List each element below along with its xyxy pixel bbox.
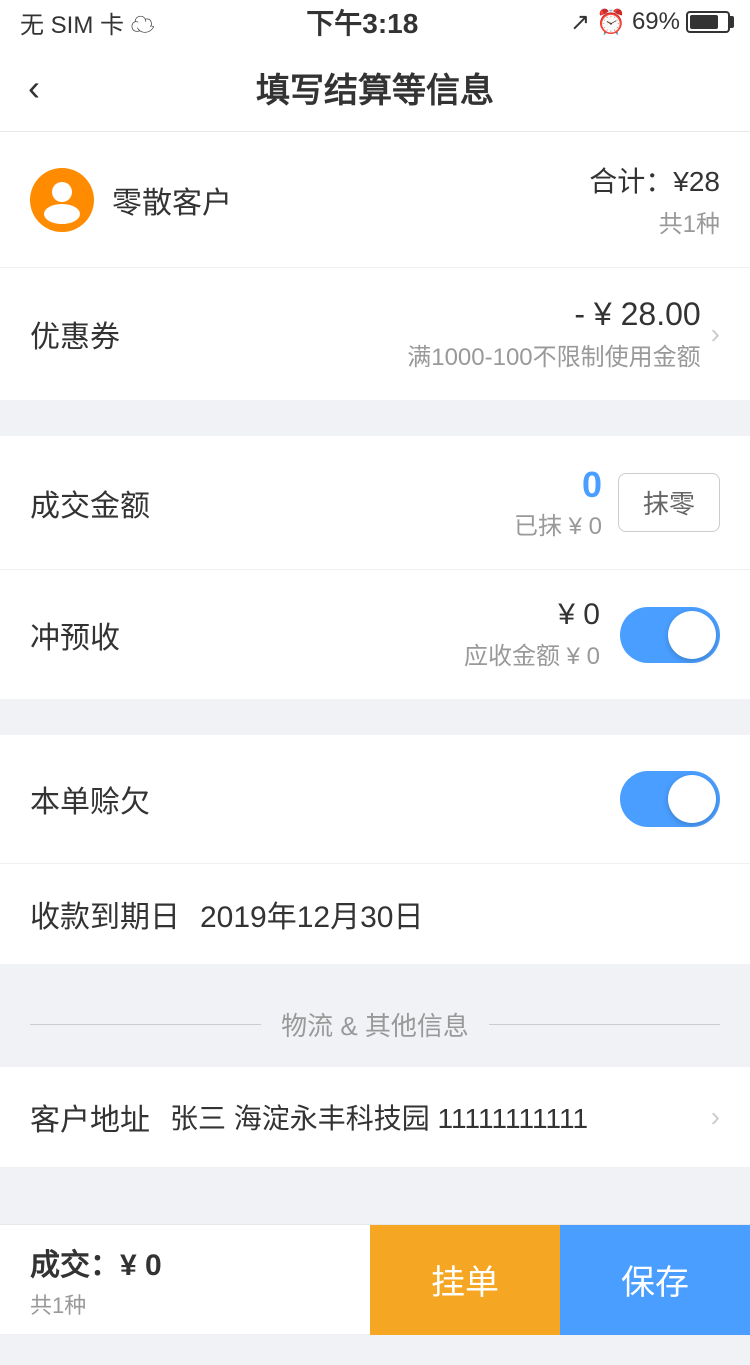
debt-toggle-knob (668, 775, 716, 823)
hang-button[interactable]: 挂单 (370, 1225, 560, 1335)
divider-line-right (489, 1024, 720, 1025)
customer-left: 零散客户 (30, 168, 232, 232)
content: 零散客户 合计：¥28 共1种 优惠券 - ¥ 28.00 满1000-100不… (0, 132, 750, 1365)
coupon-label: 优惠券 (30, 312, 120, 356)
prepayment-toggle[interactable] (620, 607, 720, 663)
transaction-amount-block: 0 已抹 ¥ 0 (514, 464, 602, 541)
customer-section: 零散客户 合计：¥28 共1种 优惠券 - ¥ 28.00 满1000-100不… (0, 132, 750, 400)
save-button[interactable]: 保存 (560, 1225, 750, 1335)
sim-status: 无 SIM 卡 ☁ (20, 5, 155, 40)
toggle-knob (668, 611, 716, 659)
transaction-right: 0 已抹 ¥ 0 抹零 (514, 464, 720, 541)
customer-row: 零散客户 合计：¥28 共1种 (0, 132, 750, 267)
separator-2 (0, 717, 750, 735)
status-right: ↗ ⏰ 69% (570, 8, 730, 37)
coupon-chevron-icon: › (711, 318, 720, 350)
customer-name: 零散客户 (112, 178, 232, 222)
address-value: 张三 海淀永丰科技园 11111111111 (170, 1097, 711, 1137)
prepayment-row: 冲预收 ¥ 0 应收金额 ¥ 0 (0, 570, 750, 699)
page-title: 填写结算等信息 (256, 63, 494, 112)
due-date-row: 收款到期日 2019年12月30日 (0, 863, 750, 964)
bottom-deal-amount: 成交：¥ 0 (30, 1240, 340, 1284)
bottom-deal-value: ¥ 0 (120, 1249, 162, 1282)
bottom-bar: 成交：¥ 0 共1种 挂单 保存 (0, 1224, 750, 1334)
prepayment-amounts: ¥ 0 应收金额 ¥ 0 (464, 598, 600, 671)
total-amount: 合计：¥28 (589, 160, 720, 200)
back-button[interactable]: ‹ (28, 67, 40, 109)
debt-section: 本单赊欠 收款到期日 2019年12月30日 (0, 735, 750, 964)
debt-label: 本单赊欠 (30, 777, 150, 821)
transaction-section: 成交金额 0 已抹 ¥ 0 抹零 冲预收 ¥ 0 应收金额 ¥ 0 (0, 436, 750, 699)
logistics-section-title: 物流 & 其他信息 (281, 1006, 469, 1043)
transaction-label: 成交金额 (30, 481, 150, 525)
debt-toggle[interactable] (620, 771, 720, 827)
alarm-icon: ⏰ (596, 8, 626, 37)
battery-percent: 69% (632, 8, 680, 36)
prepayment-right: ¥ 0 应收金额 ¥ 0 (464, 598, 720, 671)
logistics-divider: 物流 & 其他信息 (0, 982, 750, 1067)
bottom-deal-label: 成交： (30, 1249, 120, 1282)
coupon-discount: - ¥ 28.00 (407, 296, 700, 333)
customer-avatar (30, 168, 94, 232)
status-time: 下午3:18 (306, 2, 418, 42)
prepayment-label: 冲预收 (30, 613, 120, 657)
coupon-desc: 满1000-100不限制使用金额 (407, 337, 700, 372)
prepayment-amount: ¥ 0 (464, 598, 600, 632)
total-count: 共1种 (589, 204, 720, 239)
transaction-value[interactable]: 0 (514, 464, 602, 506)
customer-right: 合计：¥28 共1种 (589, 160, 720, 239)
transaction-row: 成交金额 0 已抹 ¥ 0 抹零 (0, 436, 750, 570)
prepayment-sub: 应收金额 ¥ 0 (464, 636, 600, 671)
separator-1 (0, 418, 750, 436)
avatar-icon (38, 176, 86, 224)
status-bar: 无 SIM 卡 ☁ 下午3:18 ↗ ⏰ 69% (0, 0, 750, 44)
due-date-value[interactable]: 2019年12月30日 (200, 892, 423, 936)
status-left: 无 SIM 卡 ☁ (20, 5, 155, 40)
battery-icon (686, 11, 730, 33)
address-row[interactable]: 客户地址 张三 海淀永丰科技园 11111111111 › (0, 1067, 750, 1167)
nav-bar: ‹ 填写结算等信息 (0, 44, 750, 132)
bottom-count: 共1种 (30, 1288, 340, 1320)
divider-line-left (30, 1024, 261, 1025)
coupon-right: - ¥ 28.00 满1000-100不限制使用金额 › (407, 296, 720, 372)
coupon-value-block: - ¥ 28.00 满1000-100不限制使用金额 (407, 296, 700, 372)
address-label: 客户地址 (30, 1095, 150, 1139)
debt-row: 本单赊欠 (0, 735, 750, 863)
due-date-label: 收款到期日 (30, 892, 180, 936)
address-chevron-icon: › (711, 1101, 720, 1133)
location-icon: ↗ (570, 8, 590, 37)
coupon-row[interactable]: 优惠券 - ¥ 28.00 满1000-100不限制使用金额 › (0, 267, 750, 400)
round-button[interactable]: 抹零 (618, 473, 720, 532)
address-section: 客户地址 张三 海淀永丰科技园 11111111111 › (0, 1067, 750, 1167)
transaction-sub: 已抹 ¥ 0 (514, 506, 602, 541)
bottom-info: 成交：¥ 0 共1种 (0, 1240, 370, 1320)
